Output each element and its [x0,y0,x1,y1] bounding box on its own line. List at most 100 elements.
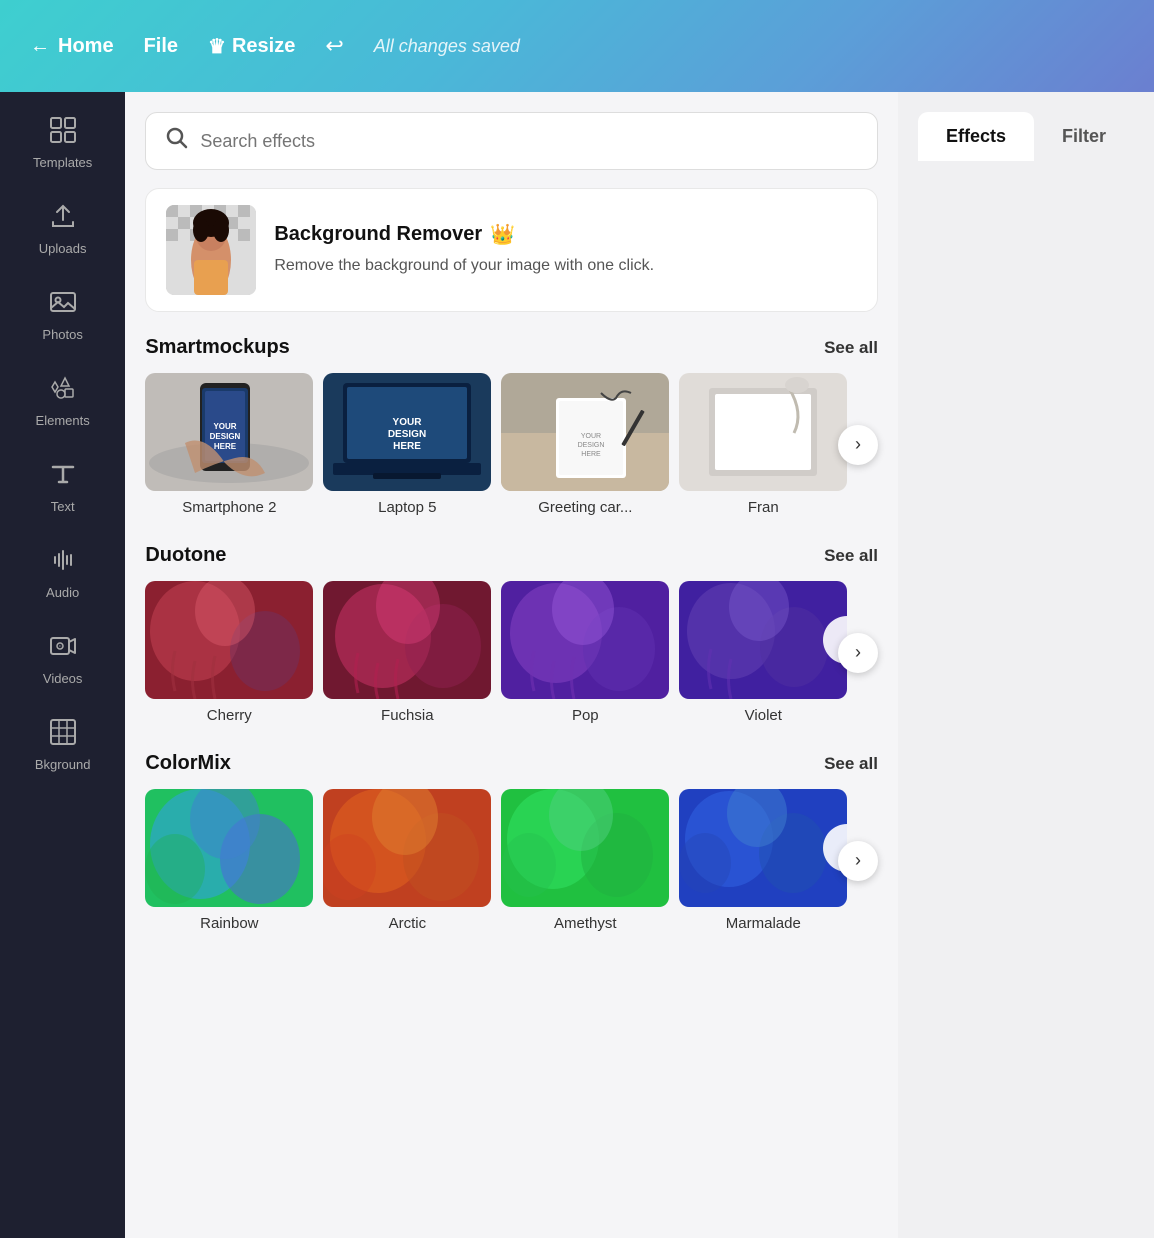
arctic-label: Arctic [389,915,427,932]
colormix-row: Rainbow Arctic [145,789,878,932]
colormix-next-button[interactable]: › [838,841,878,881]
violet-thumb [679,581,847,699]
content-panel: Background Remover 👑 Remove the backgrou… [125,92,898,1238]
bg-remover-desc: Remove the background of your image with… [274,255,857,277]
marmalade-label: Marmalade [726,915,801,932]
text-label: Text [51,499,75,514]
svg-text:YOUR: YOUR [214,422,237,431]
laptop-label: Laptop 5 [378,499,436,516]
fuchsia-label: Fuchsia [381,707,434,724]
svg-text:YOUR: YOUR [393,417,423,428]
list-item[interactable]: Cherry [145,581,313,724]
svg-text:HERE: HERE [582,451,602,458]
cherry-label: Cherry [207,707,252,724]
back-home-button[interactable]: ← Home [30,35,114,58]
smartmockups-row: YOUR DESIGN HERE Smartphone 2 [145,373,878,516]
bg-remover-thumbnail [166,205,256,295]
greetingcard-label: Greeting car... [538,499,632,516]
laptop-thumb: YOUR DESIGN HERE [323,373,491,491]
list-item[interactable]: Pop [501,581,669,724]
back-arrow-icon: ← [30,35,50,58]
audio-label: Audio [46,585,79,600]
list-item[interactable]: Rainbow [145,789,313,932]
sidebar-item-audio[interactable]: Audio [0,532,125,614]
pop-thumb [501,581,669,699]
file-button[interactable]: File [144,35,178,58]
search-bar[interactable] [145,112,878,170]
sidebar-item-photos[interactable]: Photos [0,274,125,356]
home-label: Home [58,35,114,58]
colormix-title: ColorMix [145,752,231,775]
resize-button[interactable]: ♛ Resize [208,34,295,59]
svg-text:HERE: HERE [393,441,421,452]
svg-text:HERE: HERE [214,442,237,451]
sidebar: Templates Uploads Photos [0,92,125,1238]
frame-thumb [679,373,847,491]
list-item[interactable]: Fuchsia [323,581,491,724]
right-panel: Effects Filter [898,92,1154,1238]
svg-text:DESIGN: DESIGN [388,429,426,440]
amethyst-label: Amethyst [554,915,617,932]
sidebar-item-videos[interactable]: Videos [0,618,125,700]
resize-label: Resize [232,35,295,58]
tab-filter[interactable]: Filter [1034,112,1134,161]
smartmockups-see-all[interactable]: See all [824,338,878,358]
tab-effects[interactable]: Effects [918,112,1034,161]
background-icon [49,718,77,751]
colormix-see-all[interactable]: See all [824,754,878,774]
templates-label: Templates [33,155,92,170]
search-icon [166,127,188,155]
main-layout: Templates Uploads Photos [0,92,1154,1238]
elements-icon [49,374,77,407]
sidebar-item-text[interactable]: Text [0,446,125,528]
search-input[interactable] [200,131,857,152]
list-item[interactable]: Fran [679,373,847,516]
colormix-header: ColorMix See all [145,752,878,775]
text-icon [49,460,77,493]
duotone-see-all[interactable]: See all [824,546,878,566]
crown-icon: 👑 [490,222,515,247]
sidebar-item-uploads[interactable]: Uploads [0,188,125,270]
fuchsia-thumb [323,581,491,699]
marmalade-thumb [679,789,847,907]
duotone-header: Duotone See all [145,544,878,567]
topbar: ← Home File ♛ Resize ↩ All changes saved [0,0,1154,92]
uploads-label: Uploads [39,241,87,256]
sidebar-item-background[interactable]: Bkground [0,704,125,786]
tab-buttons: Effects Filter [918,112,1134,161]
list-item[interactable]: Amethyst [501,789,669,932]
list-item[interactable]: YOUR DESIGN HERE Greeting car... [501,373,669,516]
elements-label: Elements [36,413,90,428]
undo-button[interactable]: ↩ [325,33,343,59]
smartmockups-title: Smartmockups [145,336,290,359]
templates-icon [49,116,77,149]
smartmockups-next-button[interactable]: › [838,425,878,465]
background-remover-card[interactable]: Background Remover 👑 Remove the backgrou… [145,188,878,312]
svg-text:YOUR: YOUR [581,433,601,440]
photos-label: Photos [42,327,82,342]
duotone-next-button[interactable]: › [838,633,878,673]
list-item[interactable]: YOUR DESIGN HERE Smartphone 2 [145,373,313,516]
list-item[interactable]: YOUR DESIGN HERE Laptop 5 [323,373,491,516]
save-status: All changes saved [374,36,520,57]
list-item[interactable]: Arctic [323,789,491,932]
svg-text:DESIGN: DESIGN [210,432,241,441]
resize-crown-icon: ♛ [208,34,226,59]
sidebar-item-templates[interactable]: Templates [0,102,125,184]
greetingcard-thumb: YOUR DESIGN HERE [501,373,669,491]
list-item[interactable]: Marmalade [679,789,847,932]
rainbow-thumb [145,789,313,907]
sidebar-item-elements[interactable]: Elements [0,360,125,442]
duotone-row: Cherry Fuc [145,581,878,724]
duotone-title: Duotone [145,544,226,567]
list-item[interactable]: Violet [679,581,847,724]
bg-remover-info: Background Remover 👑 Remove the backgrou… [274,222,857,277]
pop-label: Pop [572,707,599,724]
videos-icon [49,632,77,665]
frame-label: Fran [748,499,779,516]
smartmockups-section: Smartmockups See all [145,336,878,516]
violet-label: Violet [745,707,782,724]
arctic-thumb [323,789,491,907]
audio-icon [49,546,77,579]
background-label: Bkground [35,757,91,772]
